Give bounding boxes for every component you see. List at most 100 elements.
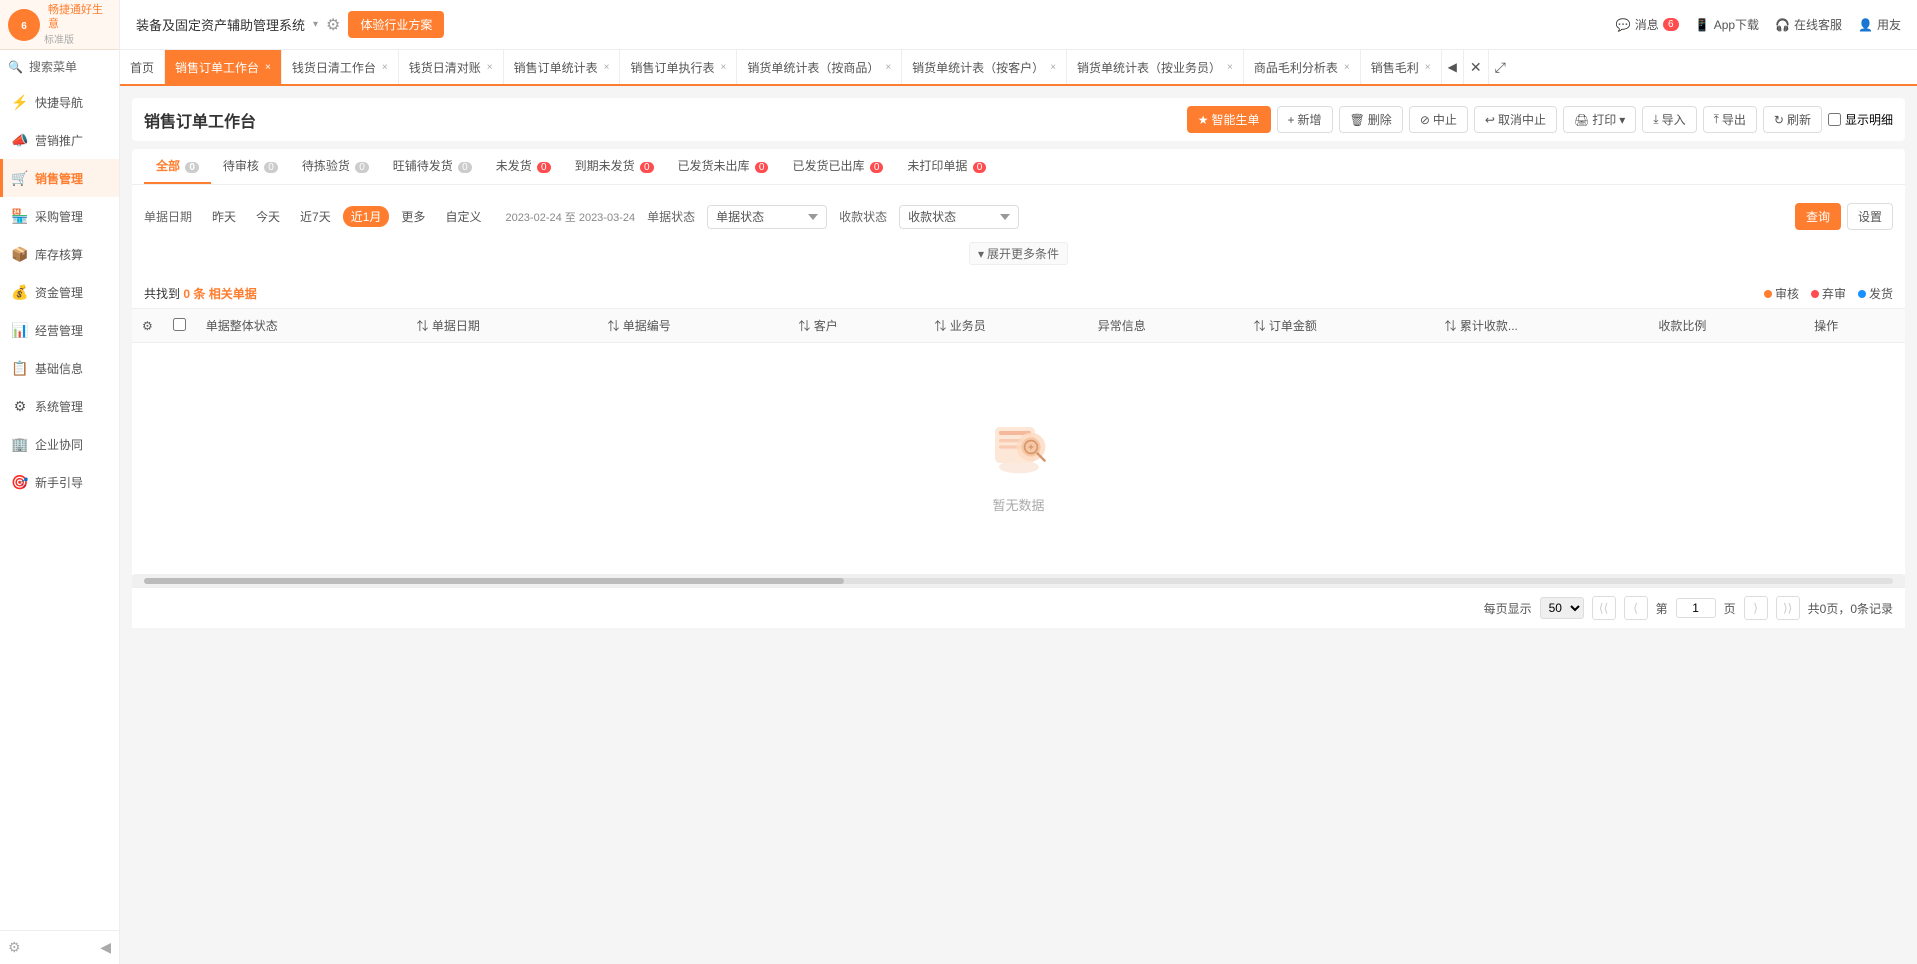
tab-close-sale-stat-product[interactable]: ×: [885, 62, 891, 73]
th-number[interactable]: ⇅ 单据编号: [597, 309, 788, 343]
sidebar-item-marketing[interactable]: 📣 营销推广: [0, 121, 119, 159]
subtab-pending-inspect[interactable]: 待拣验货 0: [290, 149, 381, 184]
th-settings[interactable]: ⚙: [132, 309, 163, 343]
th-checkbox[interactable]: [163, 309, 196, 343]
sidebar-item-quick-nav[interactable]: ⚡ 快捷导航: [0, 83, 119, 121]
tab-sale-stat-staff[interactable]: 销货单统计表（按业务员） ×: [1067, 50, 1244, 85]
tab-gross-profit[interactable]: 商品毛利分析表 ×: [1244, 50, 1361, 85]
date-opt-today[interactable]: 今天: [248, 206, 288, 227]
date-opt-yesterday[interactable]: 昨天: [204, 206, 244, 227]
subtab-pending-review[interactable]: 待审核 0: [211, 149, 290, 184]
tab-home[interactable]: 首页: [120, 50, 165, 85]
tab-close-cash-reconcile[interactable]: ×: [487, 62, 493, 73]
page-next-button[interactable]: ⟩: [1744, 596, 1768, 620]
cancel-stop-button[interactable]: ↩ 取消中止: [1474, 106, 1557, 133]
tab-sales-profit[interactable]: 销售毛利 ×: [1361, 50, 1442, 85]
smart-create-button[interactable]: ★ 智能生单: [1187, 106, 1271, 133]
subtab-shipped-out[interactable]: 已发货已出库 0: [780, 149, 895, 184]
date-opt-month[interactable]: 近1月: [343, 206, 390, 227]
subtab-unprinted[interactable]: 未打印单据 0: [895, 149, 998, 184]
tab-prev-button[interactable]: ◀: [1442, 50, 1464, 85]
th-exception[interactable]: 异常信息: [1088, 309, 1244, 343]
th-date[interactable]: ⇅ 单据日期: [407, 309, 598, 343]
refresh-button[interactable]: ↻ 刷新: [1763, 106, 1822, 133]
page-size-select[interactable]: 50: [1540, 597, 1584, 619]
select-all-checkbox[interactable]: [173, 318, 186, 331]
search-menu[interactable]: 🔍 搜索菜单: [0, 50, 119, 83]
tab-expand-button[interactable]: ⤢: [1489, 50, 1512, 85]
tab-close-cash-daily[interactable]: ×: [382, 62, 388, 73]
payment-filter-select[interactable]: 收款状态: [899, 205, 1019, 229]
tab-sales-order[interactable]: 销售订单工作台 ×: [165, 50, 282, 85]
service-button[interactable]: 🎧 在线客服: [1775, 16, 1842, 33]
topbar-gear-icon[interactable]: ⚙: [326, 15, 340, 35]
expand-conditions-button[interactable]: ▾ 展开更多条件: [969, 242, 1068, 265]
date-opt-custom[interactable]: 自定义: [437, 206, 489, 227]
user-icon: 👤: [1858, 18, 1873, 32]
subtab-not-shipped[interactable]: 未发货 0: [484, 149, 563, 184]
sidebar-item-inventory[interactable]: 📦 库存核算: [0, 235, 119, 273]
solution-button[interactable]: 体验行业方案: [348, 11, 444, 38]
export-button[interactable]: ⤒ 导出: [1703, 106, 1757, 133]
tab-close-sale-stat-staff[interactable]: ×: [1227, 62, 1233, 73]
tab-sale-stat-product[interactable]: 销货单统计表（按商品） ×: [737, 50, 902, 85]
collapse-icon[interactable]: ◀: [100, 939, 111, 956]
sidebar-item-sales[interactable]: 🛒 销售管理: [0, 159, 119, 197]
delete-button[interactable]: 🗑 删除: [1339, 106, 1403, 133]
tab-sales-exec[interactable]: 销售订单执行表 ×: [620, 50, 737, 85]
show-detail-checkbox[interactable]: [1828, 113, 1841, 126]
sidebar-item-system[interactable]: ⚙ 系统管理: [0, 387, 119, 425]
tab-cash-daily[interactable]: 钱货日清工作台 ×: [282, 50, 399, 85]
audit-button[interactable]: 审核: [1764, 285, 1799, 302]
tab-sales-stats[interactable]: 销售订单统计表 ×: [504, 50, 621, 85]
sidebar-item-operations[interactable]: 📊 经营管理: [0, 311, 119, 349]
page-prev-button[interactable]: ⟨: [1624, 596, 1648, 620]
tab-close-gross-profit[interactable]: ×: [1344, 62, 1350, 73]
settings-icon[interactable]: ⚙: [8, 939, 21, 956]
add-button[interactable]: + 新增: [1277, 106, 1333, 133]
subtab-wangpu-ship[interactable]: 旺铺待发货 0: [381, 149, 484, 184]
query-button[interactable]: 查询: [1795, 203, 1841, 230]
date-opt-more[interactable]: 更多: [393, 206, 433, 227]
page-number-input[interactable]: [1676, 598, 1716, 618]
th-customer[interactable]: ⇅ 客户: [788, 309, 924, 343]
table-toolbar: 共找到 0 条 相关单据 审核 弃审 发货: [132, 279, 1905, 309]
tab-close-sales-exec[interactable]: ×: [720, 62, 726, 73]
import-button[interactable]: ⤓ 导入: [1642, 106, 1696, 133]
print-button[interactable]: 🖨 打印 ▾: [1563, 106, 1636, 133]
th-staff[interactable]: ⇅ 业务员: [924, 309, 1087, 343]
tab-sale-stat-customer[interactable]: 销货单统计表（按客户） ×: [902, 50, 1067, 85]
tab-close-sales-profit[interactable]: ×: [1425, 62, 1431, 73]
message-button[interactable]: 💬 消息 6: [1616, 16, 1679, 33]
sidebar-item-finance[interactable]: 💰 资金管理: [0, 273, 119, 311]
sidebar-item-purchase[interactable]: 🏪 采购管理: [0, 197, 119, 235]
th-status[interactable]: 单据整体状态: [196, 309, 407, 343]
status-filter-select[interactable]: 单据状态: [707, 205, 827, 229]
th-amount[interactable]: ⇅ 订单金额: [1244, 309, 1435, 343]
ship-button[interactable]: 发货: [1858, 285, 1893, 302]
sidebar-item-enterprise[interactable]: 🏢 企业协同: [0, 425, 119, 463]
page-first-button[interactable]: ⟨⟨: [1592, 596, 1616, 620]
show-detail-label[interactable]: 显示明细: [1828, 111, 1893, 128]
date-opt-recent7[interactable]: 近7天: [292, 206, 339, 227]
scrollbar-thumb[interactable]: [144, 578, 844, 584]
stop-button[interactable]: ⊘ 中止: [1409, 106, 1468, 133]
tab-close-sale-stat-customer[interactable]: ×: [1050, 62, 1056, 73]
cancel-audit-button[interactable]: 弃审: [1811, 285, 1846, 302]
horizontal-scrollbar[interactable]: [132, 575, 1905, 587]
subtab-shipped-in[interactable]: 已发货未出库 0: [666, 149, 781, 184]
tab-cash-reconcile[interactable]: 钱货日清对账 ×: [399, 50, 504, 85]
tab-close-sales-stats[interactable]: ×: [604, 62, 610, 73]
subtab-overdue-unship[interactable]: 到期未发货 0: [563, 149, 666, 184]
user-button[interactable]: 👤 用友: [1858, 16, 1901, 33]
tab-close-sales-order[interactable]: ×: [265, 62, 271, 73]
tab-close-all-button[interactable]: ✕: [1464, 50, 1489, 85]
sidebar-item-guide[interactable]: 🎯 新手引导: [0, 463, 119, 501]
page-last-button[interactable]: ⟩⟩: [1776, 596, 1800, 620]
subtab-all[interactable]: 全部 0: [144, 149, 211, 184]
settings-button[interactable]: 设置: [1847, 203, 1893, 230]
sidebar-item-basic[interactable]: 📋 基础信息: [0, 349, 119, 387]
app-download-button[interactable]: 📱 App下载: [1695, 16, 1759, 33]
th-ratio[interactable]: 收款比例: [1648, 309, 1804, 343]
th-collected[interactable]: ⇅ 累计收款...: [1435, 309, 1649, 343]
